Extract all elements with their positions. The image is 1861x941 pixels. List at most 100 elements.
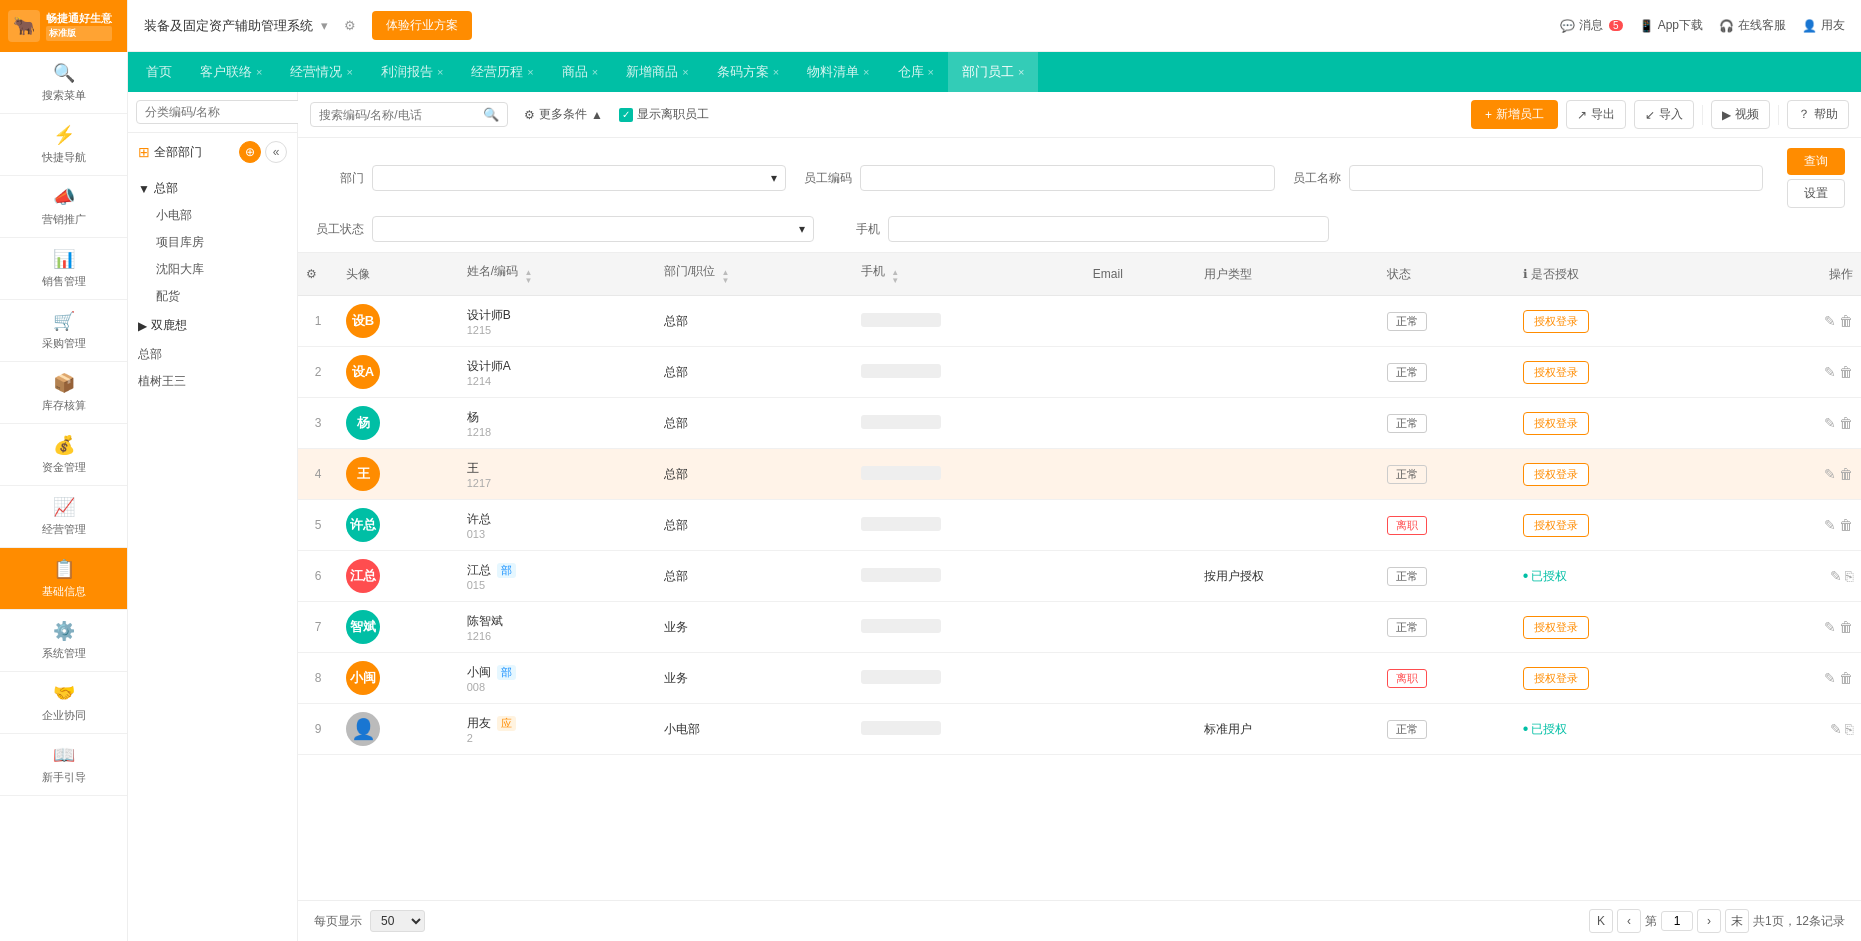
delete-icon[interactable]: 🗑 [1839, 517, 1853, 533]
tab-department-staff[interactable]: 部门员工 × [948, 52, 1038, 92]
edit-icon[interactable]: ✎ [1824, 466, 1836, 482]
delete-icon[interactable]: 🗑 [1839, 619, 1853, 635]
auth-button[interactable]: 授权登录 [1523, 361, 1589, 384]
auth-button[interactable]: 授权登录 [1523, 412, 1589, 435]
dept-group-title[interactable]: ▼ 总部 [128, 175, 297, 202]
sidebar-item-shortcut[interactable]: ⚡ 快捷导航 [0, 114, 127, 176]
add-employee-button[interactable]: + 新增员工 [1471, 100, 1558, 129]
settings-icon[interactable]: ⚙ [306, 267, 317, 281]
message-button[interactable]: 💬 消息 5 [1560, 17, 1623, 34]
edit-icon[interactable]: ✎ [1824, 619, 1836, 635]
tab-home[interactable]: 首页 [132, 52, 186, 92]
tab-new-product[interactable]: 新增商品 × [612, 52, 702, 92]
dept-item-zongbu[interactable]: 总部 [128, 341, 297, 368]
dept-item-peihuo[interactable]: 配货 [128, 283, 297, 310]
tab-product[interactable]: 商品 × [548, 52, 612, 92]
dept-item-xiangmu[interactable]: 项目库房 [128, 229, 297, 256]
more-condition-btn[interactable]: ⚙ 更多条件 ▲ [516, 102, 611, 127]
sidebar-item-marketing[interactable]: 📣 营销推广 [0, 176, 127, 238]
tab-profit[interactable]: 利润报告 × [367, 52, 457, 92]
auth-button[interactable]: 授权登录 [1523, 514, 1589, 537]
sidebar-item-operation[interactable]: 📈 经营管理 [0, 486, 127, 548]
dept-item-xiaodian[interactable]: 小电部 [128, 202, 297, 229]
copy-icon[interactable]: ⎘ [1845, 721, 1853, 737]
tab-operation-status[interactable]: 经营情况 × [276, 52, 366, 92]
query-button[interactable]: 查询 [1787, 148, 1845, 175]
tab-history[interactable]: 经营历程 × [457, 52, 547, 92]
prev-page-btn[interactable]: ‹ [1617, 909, 1641, 933]
close-icon[interactable]: × [592, 66, 598, 78]
last-page-btn[interactable]: 末 [1725, 909, 1749, 933]
edit-icon[interactable]: ✎ [1824, 415, 1836, 431]
auth-button[interactable]: 授权登录 [1523, 463, 1589, 486]
show-departed-toggle[interactable]: ✓ 显示离职员工 [619, 106, 709, 123]
online-service-button[interactable]: 🎧 在线客服 [1719, 17, 1786, 34]
close-icon[interactable]: × [682, 66, 688, 78]
delete-icon[interactable]: 🗑 [1839, 313, 1853, 329]
dept-item-shenyang[interactable]: 沈阳大库 [128, 256, 297, 283]
tab-warehouse[interactable]: 仓库 × [884, 52, 948, 92]
close-icon[interactable]: × [928, 66, 934, 78]
sort-icon[interactable]: ▲▼ [524, 269, 532, 285]
page-size-select[interactable]: 50 20 100 [370, 910, 425, 932]
search-icon[interactable]: 🔍 [483, 107, 499, 122]
delete-icon[interactable]: 🗑 [1839, 670, 1853, 686]
edit-icon[interactable]: ✎ [1824, 364, 1836, 380]
emp-name-input[interactable] [1349, 165, 1763, 191]
first-page-btn[interactable]: K [1589, 909, 1613, 933]
sidebar-item-purchase[interactable]: 🛒 采购管理 [0, 300, 127, 362]
close-icon[interactable]: × [437, 66, 443, 78]
dept-search-input[interactable] [136, 100, 304, 124]
export-button[interactable]: ↗ 导出 [1566, 100, 1626, 129]
delete-icon[interactable]: 🗑 [1839, 466, 1853, 482]
edit-icon[interactable]: ✎ [1824, 517, 1836, 533]
auth-button[interactable]: 授权登录 [1523, 616, 1589, 639]
sort-icon-3[interactable]: ▲▼ [891, 269, 899, 285]
auth-button[interactable]: 授权登录 [1523, 667, 1589, 690]
user-avatar[interactable]: 👤 用友 [1802, 17, 1845, 34]
search-input[interactable] [319, 108, 479, 122]
dept-group-title-2[interactable]: ▶ 双鹿想 [128, 312, 297, 339]
sidebar-item-finance[interactable]: 💰 资金管理 [0, 424, 127, 486]
delete-icon[interactable]: 🗑 [1839, 415, 1853, 431]
dept-item-zhishu[interactable]: 植树王三 [128, 368, 297, 395]
import-button[interactable]: ↙ 导入 [1634, 100, 1694, 129]
sort-icon-2[interactable]: ▲▼ [722, 269, 730, 285]
sidebar-item-search[interactable]: 🔍 搜索菜单 [0, 52, 127, 114]
sidebar-item-collab[interactable]: 🤝 企业协同 [0, 672, 127, 734]
auth-button[interactable]: 授权登录 [1523, 310, 1589, 333]
delete-icon[interactable]: 🗑 [1839, 364, 1853, 380]
close-icon[interactable]: × [346, 66, 352, 78]
page-input[interactable] [1661, 911, 1693, 931]
edit-icon[interactable]: ✎ [1830, 721, 1842, 737]
phone-input[interactable] [888, 216, 1330, 242]
tab-bom[interactable]: 物料清单 × [793, 52, 883, 92]
close-icon[interactable]: × [773, 66, 779, 78]
filter-dept-select[interactable]: ▾ [372, 165, 786, 191]
next-page-btn[interactable]: › [1697, 909, 1721, 933]
edit-icon[interactable]: ✎ [1824, 313, 1836, 329]
reset-button[interactable]: 设置 [1787, 179, 1845, 208]
dept-action-btn-1[interactable]: ⊕ [239, 141, 261, 163]
edit-icon[interactable]: ✎ [1824, 670, 1836, 686]
help-button[interactable]: ？ 帮助 [1787, 100, 1849, 129]
dropdown-arrow-icon[interactable]: ▾ [321, 18, 328, 33]
sidebar-item-system[interactable]: ⚙️ 系统管理 [0, 610, 127, 672]
close-icon[interactable]: × [863, 66, 869, 78]
video-button[interactable]: ▶ 视频 [1711, 100, 1770, 129]
sidebar-item-sales[interactable]: 📊 销售管理 [0, 238, 127, 300]
close-icon[interactable]: × [1018, 66, 1024, 78]
app-download-button[interactable]: 📱 App下载 [1639, 17, 1703, 34]
tab-barcode[interactable]: 条码方案 × [703, 52, 793, 92]
close-icon[interactable]: × [527, 66, 533, 78]
sidebar-item-guide[interactable]: 📖 新手引导 [0, 734, 127, 796]
settings-icon[interactable]: ⚙ [336, 12, 364, 40]
trial-button[interactable]: 体验行业方案 [372, 11, 472, 40]
tab-customer[interactable]: 客户联络 × [186, 52, 276, 92]
dept-collapse-btn[interactable]: « [265, 141, 287, 163]
close-icon[interactable]: × [256, 66, 262, 78]
emp-code-input[interactable] [860, 165, 1274, 191]
sidebar-item-inventory[interactable]: 📦 库存核算 [0, 362, 127, 424]
sidebar-item-basic[interactable]: 📋 基础信息 [0, 548, 127, 610]
copy-icon[interactable]: ⎘ [1845, 568, 1853, 584]
